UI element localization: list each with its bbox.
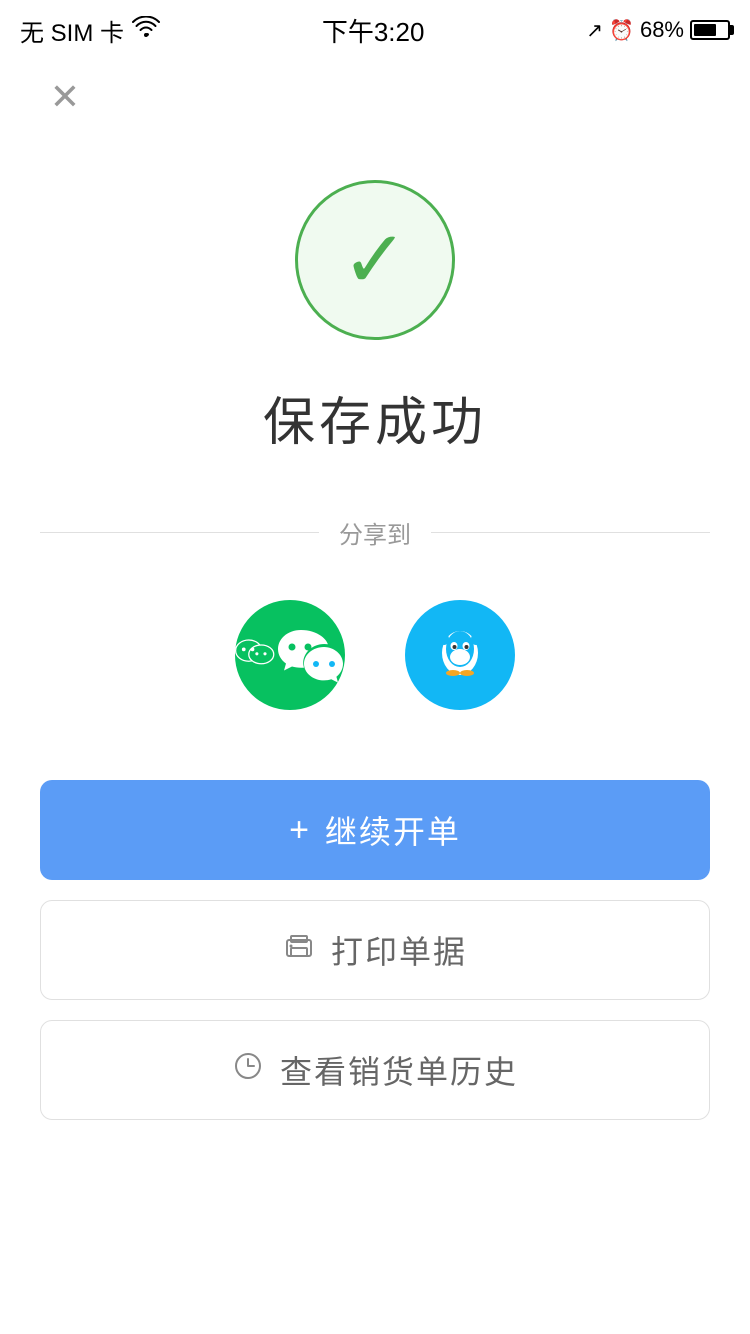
status-time: 下午3:20 <box>322 12 425 49</box>
wechat-icon <box>235 628 275 682</box>
history-icon <box>232 1050 264 1090</box>
battery-percent: 68% <box>640 17 684 43</box>
divider-left <box>40 532 319 533</box>
no-sim-text: 无 SIM 卡 <box>20 13 124 48</box>
wifi-icon <box>132 16 160 44</box>
history-button[interactable]: 查看销货单历史 <box>40 1020 710 1120</box>
checkmark-icon: ✓ <box>341 220 408 300</box>
location-icon: ↗ <box>586 18 603 43</box>
status-bar: 无 SIM 卡 下午3:20 ↗ ⏰ 68% <box>0 0 750 60</box>
wechat-share-button[interactable] <box>235 600 345 710</box>
history-label: 查看销货单历史 <box>280 1047 518 1093</box>
share-label: 分享到 <box>319 515 431 550</box>
qq-icon <box>426 621 494 689</box>
status-right: ↗ ⏰ 68% <box>586 17 730 43</box>
print-button[interactable]: 打印单据 <box>40 900 710 1000</box>
battery-icon <box>690 20 730 40</box>
close-icon: ✕ <box>50 79 80 115</box>
main-content: ✓ 保存成功 分享到 <box>0 60 750 1120</box>
share-icons <box>235 600 515 710</box>
wechat-symbol <box>275 625 345 685</box>
divider-right <box>431 532 710 533</box>
print-icon <box>283 930 315 970</box>
close-button[interactable]: ✕ <box>40 72 90 122</box>
plus-icon: + <box>289 811 309 850</box>
qq-share-button[interactable] <box>405 600 515 710</box>
continue-label: 继续开单 <box>325 807 461 853</box>
success-title: 保存成功 <box>263 380 487 455</box>
print-label: 打印单据 <box>331 927 467 973</box>
share-section: 分享到 <box>40 515 710 550</box>
action-buttons: + 继续开单 打印单据 查看销货单历史 <box>40 780 710 1120</box>
success-circle: ✓ <box>295 180 455 340</box>
continue-button[interactable]: + 继续开单 <box>40 780 710 880</box>
alarm-icon: ⏰ <box>609 18 634 43</box>
status-left: 无 SIM 卡 <box>20 13 160 48</box>
